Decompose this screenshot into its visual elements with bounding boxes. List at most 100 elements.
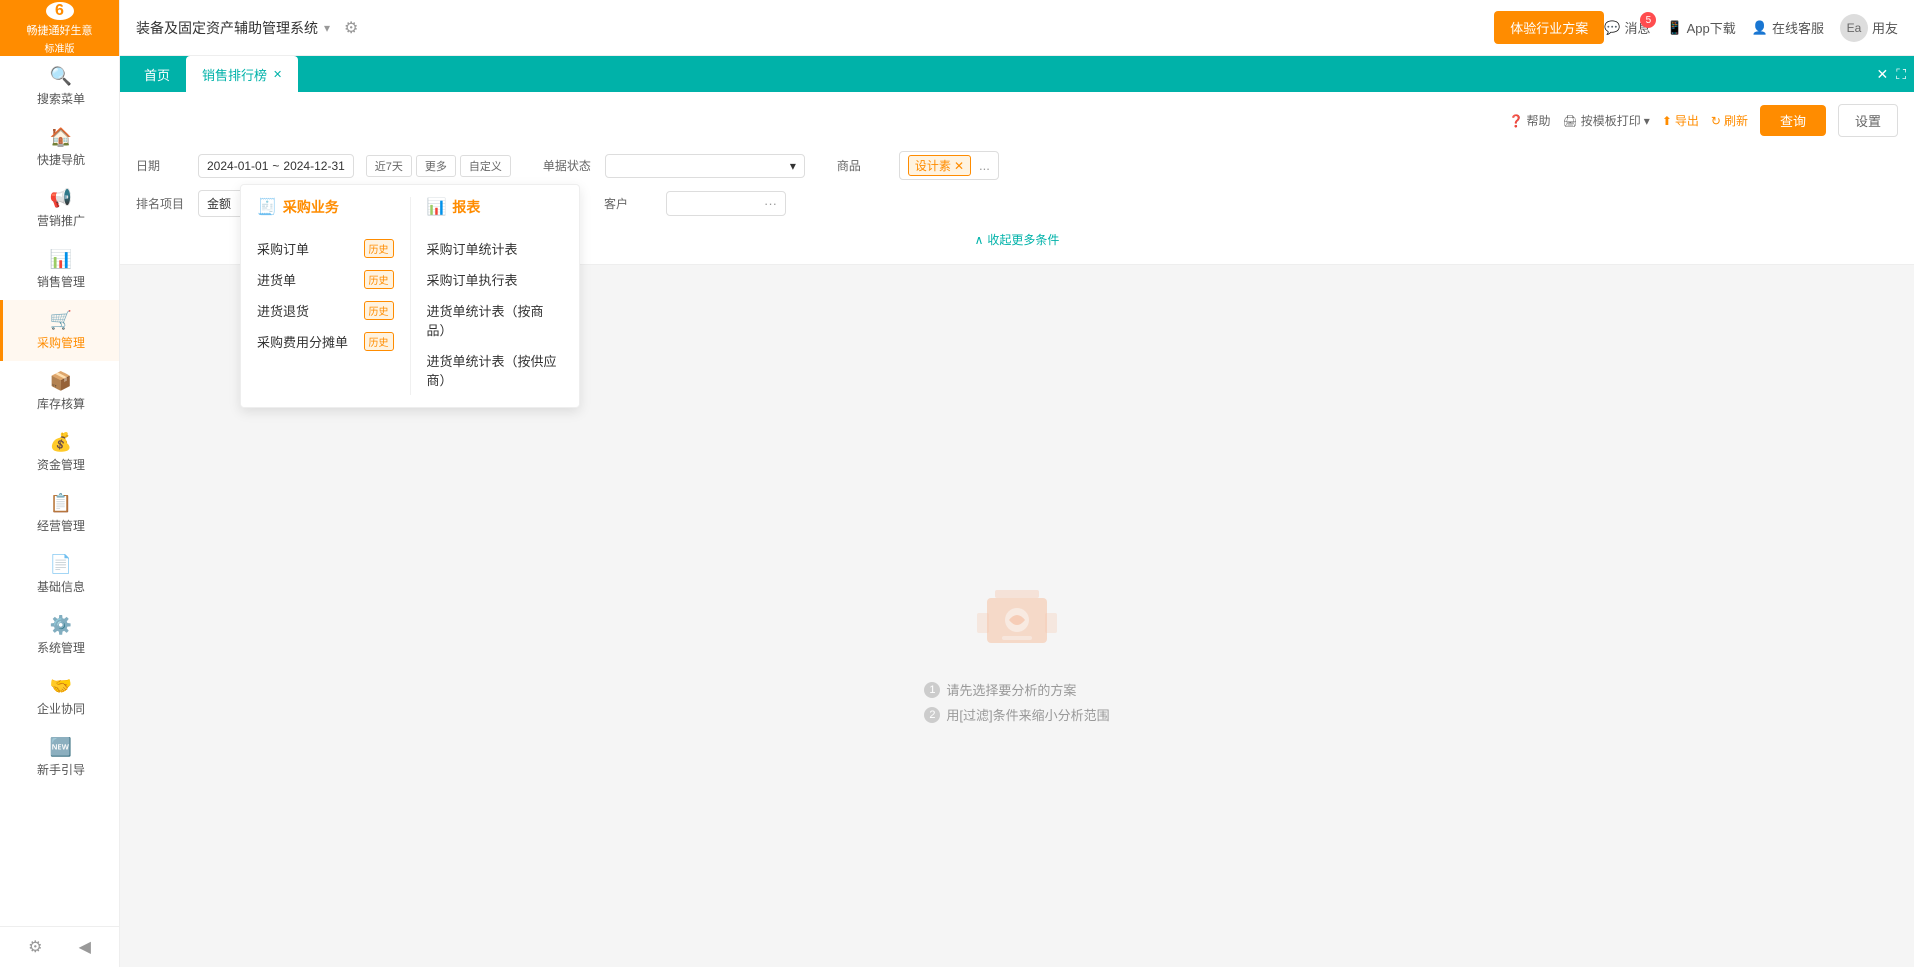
goods-dots[interactable]: ...	[979, 158, 990, 173]
online-service-label: 在线客服	[1772, 18, 1824, 37]
content-area: ❓ 帮助 🖨 按模板打印 ▾ ⬆ 导出 ↻ 刷新 查询 设置	[120, 92, 1914, 967]
sidebar-item-finance[interactable]: 💰 资金管理	[0, 422, 119, 483]
messages-icon: 💬	[1604, 20, 1620, 36]
sidebar-item-basic[interactable]: 📄 基础信息	[0, 544, 119, 605]
sidebar-nav: 🔍 搜索菜单 🏠 快捷导航 📢 营销推广 📊 销售管理 🛒 采购管理 📦 库存核…	[0, 56, 119, 926]
sidebar-label-purchase: 采购管理	[37, 334, 85, 351]
report-col-title: 📊 报表	[427, 197, 564, 223]
report-col-icon: 📊	[427, 197, 447, 217]
quick-date-more[interactable]: 更多	[416, 155, 456, 177]
dropdown-item-report-1[interactable]: 采购订单执行表	[427, 264, 564, 295]
customer-filter[interactable]: ···	[666, 191, 786, 216]
dropdown-purchase-col: 🧾 采购业务 采购订单 历史 进货单 历史 进货退货 历史	[241, 197, 410, 395]
sidebar-item-guide[interactable]: 🆕 新手引导	[0, 727, 119, 788]
dropdown-report-col: 📊 报表 采购订单统计表 采购订单执行表 进货单统计表（按商品） 进货单统计表（…	[410, 197, 580, 395]
sidebar-label-finance: 资金管理	[37, 456, 85, 473]
online-service-item[interactable]: 👤 在线客服	[1752, 18, 1824, 37]
home-icon: 🏠	[50, 127, 72, 148]
chevron-down-icon[interactable]: ▾	[324, 21, 330, 35]
sidebar-item-search[interactable]: 🔍 搜索菜单	[0, 56, 119, 117]
sales-icon: 📊	[50, 249, 72, 270]
refresh-button[interactable]: ↻ 刷新	[1711, 112, 1748, 129]
dropdown-item-purchase-return[interactable]: 进货退货 历史	[257, 295, 394, 326]
system-title: 装备及固定资产辅助管理系统	[136, 18, 318, 38]
dropdown-item-report-2[interactable]: 进货单统计表（按商品）	[427, 295, 564, 345]
enterprise-icon: 🤝	[50, 676, 72, 697]
dropdown-item-purchase-receipt[interactable]: 进货单 历史	[257, 264, 394, 295]
goods-tag: 设计素 ✕	[908, 155, 971, 176]
dropdown-menu: 🧾 采购业务 采购订单 历史 进货单 历史 进货退货 历史	[240, 184, 580, 408]
tab-home[interactable]: 首页	[128, 56, 186, 92]
customer-dots[interactable]: ···	[764, 196, 777, 211]
export-button[interactable]: ⬆ 导出	[1662, 112, 1699, 129]
dropdown-item-purchase-expense[interactable]: 采购费用分摊单 历史	[257, 326, 394, 357]
sidebar-settings-icon[interactable]: ⚙	[28, 937, 42, 957]
logo-title: 畅捷通好生意	[27, 22, 93, 38]
collapse-icon: ∧	[975, 233, 984, 247]
sidebar-item-system[interactable]: ⚙️ 系统管理	[0, 605, 119, 666]
inventory-icon: 📦	[50, 371, 72, 392]
topbar: 装备及固定资产辅助管理系统 ▾ ⚙ 体验行业方案 💬 消息 5 📱 App下载 …	[120, 0, 1914, 56]
help-button[interactable]: ❓ 帮助	[1509, 112, 1551, 129]
quick-date-custom[interactable]: 自定义	[460, 155, 511, 177]
sidebar-item-inventory[interactable]: 📦 库存核算	[0, 361, 119, 422]
operation-icon: 📋	[50, 493, 72, 514]
date-range-input[interactable]: 2024-01-01 ~ 2024-12-31	[198, 154, 354, 178]
close-all-icon[interactable]: ✕	[1876, 66, 1888, 83]
sidebar-collapse-icon[interactable]: ◀	[79, 937, 91, 957]
app-download-label: App下载	[1687, 18, 1736, 37]
user-item[interactable]: Ea 用友	[1840, 14, 1898, 42]
quick-dates: 近7天 更多 自定义	[366, 155, 511, 177]
dropdown-item-purchase-order[interactable]: 采购订单 历史	[257, 233, 394, 264]
tab-sales-rank[interactable]: 销售排行榜 ✕	[186, 56, 298, 92]
maximize-icon[interactable]: ⛶	[1896, 66, 1906, 83]
customer-label: 客户	[604, 195, 654, 212]
dropdown-item-report-0[interactable]: 采购订单统计表	[427, 233, 564, 264]
query-button[interactable]: 查询	[1760, 105, 1826, 136]
sidebar-label-quick-nav: 快捷导航	[37, 151, 85, 168]
topbar-right: 💬 消息 5 📱 App下载 👤 在线客服 Ea 用友	[1604, 14, 1898, 42]
sidebar-label-operation: 经营管理	[37, 517, 85, 534]
sidebar-item-enterprise[interactable]: 🤝 企业协同	[0, 666, 119, 727]
tab-home-label: 首页	[144, 65, 170, 84]
date-end: 2024-12-31	[283, 159, 344, 173]
close-tab-icon[interactable]: ✕	[273, 68, 282, 81]
app-download-icon: 📱	[1666, 20, 1682, 36]
app-download-item[interactable]: 📱 App下载	[1666, 18, 1735, 37]
sidebar-logo: 6 畅捷通好生意 标准版	[0, 0, 119, 56]
print-icon: 🖨	[1563, 114, 1578, 128]
sidebar-label-guide: 新手引导	[37, 761, 85, 778]
print-chevron-icon: ▾	[1644, 114, 1650, 128]
rank-label: 排名项目	[136, 195, 186, 212]
sidebar-item-marketing[interactable]: 📢 营销推广	[0, 178, 119, 239]
dropdown-item-report-3[interactable]: 进货单统计表（按供应商）	[427, 345, 564, 395]
print-button[interactable]: 🖨 按模板打印 ▾	[1563, 112, 1650, 129]
sidebar-footer: ⚙ ◀	[0, 926, 119, 967]
empty-tips: 1 请先选择要分析的方案 2 用[过滤]条件来缩小分析范围	[924, 680, 1109, 724]
user-label: 用友	[1872, 18, 1898, 37]
marketing-icon: 📢	[50, 188, 72, 209]
purchase-col-title: 🧾 采购业务	[257, 197, 394, 223]
sidebar-item-operation[interactable]: 📋 经营管理	[0, 483, 119, 544]
sidebar-label-search: 搜索菜单	[37, 90, 85, 107]
goods-tag-remove-icon[interactable]: ✕	[954, 159, 964, 173]
industry-btn[interactable]: 体验行业方案	[1494, 11, 1604, 44]
tab-sales-rank-label: 销售排行榜	[202, 65, 267, 84]
export-icon: ⬆	[1662, 114, 1672, 128]
finance-icon: 💰	[50, 432, 72, 453]
sidebar-item-purchase[interactable]: 🛒 采购管理	[0, 300, 119, 361]
tip-1: 1 请先选择要分析的方案	[924, 680, 1109, 699]
sidebar-item-sales[interactable]: 📊 销售管理	[0, 239, 119, 300]
gear-icon[interactable]: ⚙	[344, 18, 358, 38]
tip-2: 2 用[过滤]条件来缩小分析范围	[924, 705, 1109, 724]
sidebar: 6 畅捷通好生意 标准版 🔍 搜索菜单 🏠 快捷导航 📢 营销推广 📊 销售管理…	[0, 0, 120, 967]
date-start: 2024-01-01	[207, 159, 268, 173]
goods-filter[interactable]: 设计素 ✕ ...	[899, 151, 999, 180]
search-icon: 🔍	[50, 66, 72, 87]
sidebar-item-quick-nav[interactable]: 🏠 快捷导航	[0, 117, 119, 178]
settings-button[interactable]: 设置	[1838, 104, 1898, 137]
quick-date-7days[interactable]: 近7天	[366, 155, 412, 177]
status-select[interactable]: ▾	[605, 154, 805, 178]
messages-item[interactable]: 💬 消息 5	[1604, 18, 1650, 37]
system-icon: ⚙️	[50, 615, 72, 636]
